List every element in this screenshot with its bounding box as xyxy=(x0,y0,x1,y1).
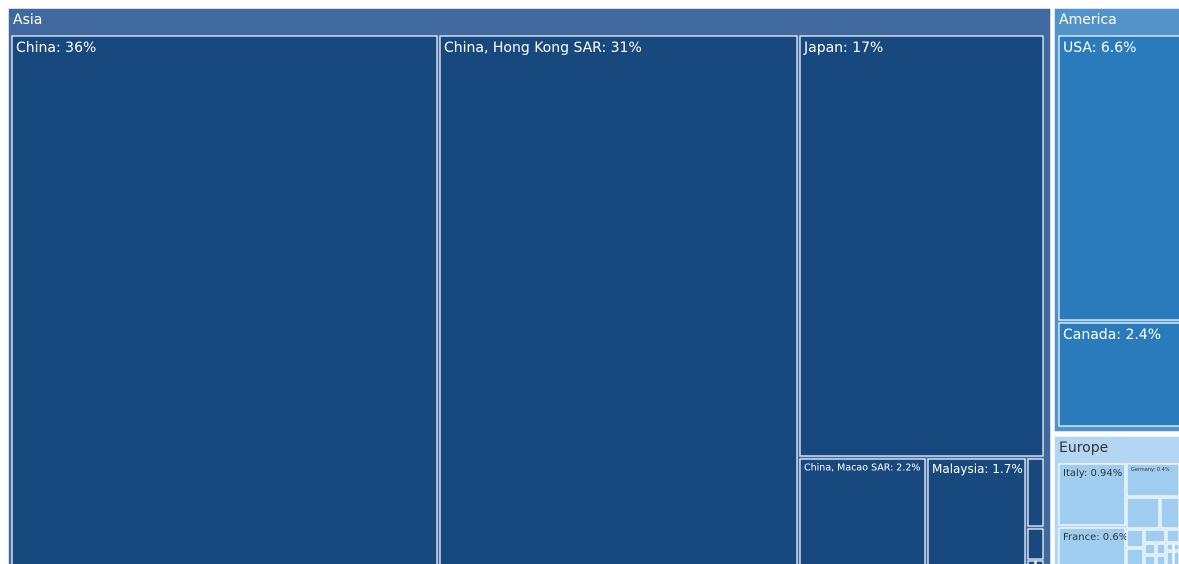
tile-japan xyxy=(799,35,1044,457)
tile-label-germany: Germany: 0.4% xyxy=(1131,467,1170,473)
tile-label-canada: Canada: 2.4% xyxy=(1063,327,1161,343)
tile-label-japan: Japan: 17% xyxy=(803,40,883,56)
tile-europe-other-9 xyxy=(1166,543,1174,551)
tile-asia-other-1 xyxy=(1027,458,1044,527)
tile-europe-other-5 xyxy=(1144,529,1166,543)
group-label-asia: Asia xyxy=(13,12,42,28)
tile-label-china: China: 36% xyxy=(16,40,96,56)
tile-europe-other-7 xyxy=(1144,543,1156,555)
tile-asia-other-2 xyxy=(1027,528,1044,560)
tile-europe-other-2 xyxy=(1160,497,1179,529)
tile-china-hong-kong-sar xyxy=(439,35,798,564)
group-label-america: America xyxy=(1059,12,1117,28)
tile-china xyxy=(11,35,438,564)
group-label-europe: Europe xyxy=(1059,440,1108,456)
tile-label-china-macao-sar: China, Macao SAR: 2.2% xyxy=(804,463,920,474)
tile-europe-other-12 xyxy=(1156,555,1166,564)
treemap-chart: Asia China: 36% China, Hong Kong SAR: 31% J… xyxy=(7,7,1179,564)
tile-europe-other-8 xyxy=(1156,543,1166,555)
tile-europe-other-3 xyxy=(1126,529,1144,548)
tile-europe-other-4 xyxy=(1126,548,1144,564)
tile-china-macao-sar xyxy=(799,458,926,564)
tile-europe-other-6 xyxy=(1166,529,1179,543)
tile-usa xyxy=(1058,35,1179,321)
tile-label-france: France: 0.6% xyxy=(1063,532,1128,543)
tile-label-italy: Italy: 0.94% xyxy=(1063,468,1122,479)
tile-europe-other-13 xyxy=(1166,551,1174,564)
tile-europe-other-10 xyxy=(1173,543,1179,551)
tile-label-usa: USA: 6.6% xyxy=(1063,40,1136,56)
tile-label-malaysia: Malaysia: 1.7% xyxy=(932,462,1023,476)
tile-europe-other-1 xyxy=(1126,497,1160,529)
tile-europe-other-14 xyxy=(1173,551,1179,564)
tile-label-china-hong-kong-sar: China, Hong Kong SAR: 31% xyxy=(444,40,642,56)
tile-europe-other-11 xyxy=(1144,555,1156,564)
